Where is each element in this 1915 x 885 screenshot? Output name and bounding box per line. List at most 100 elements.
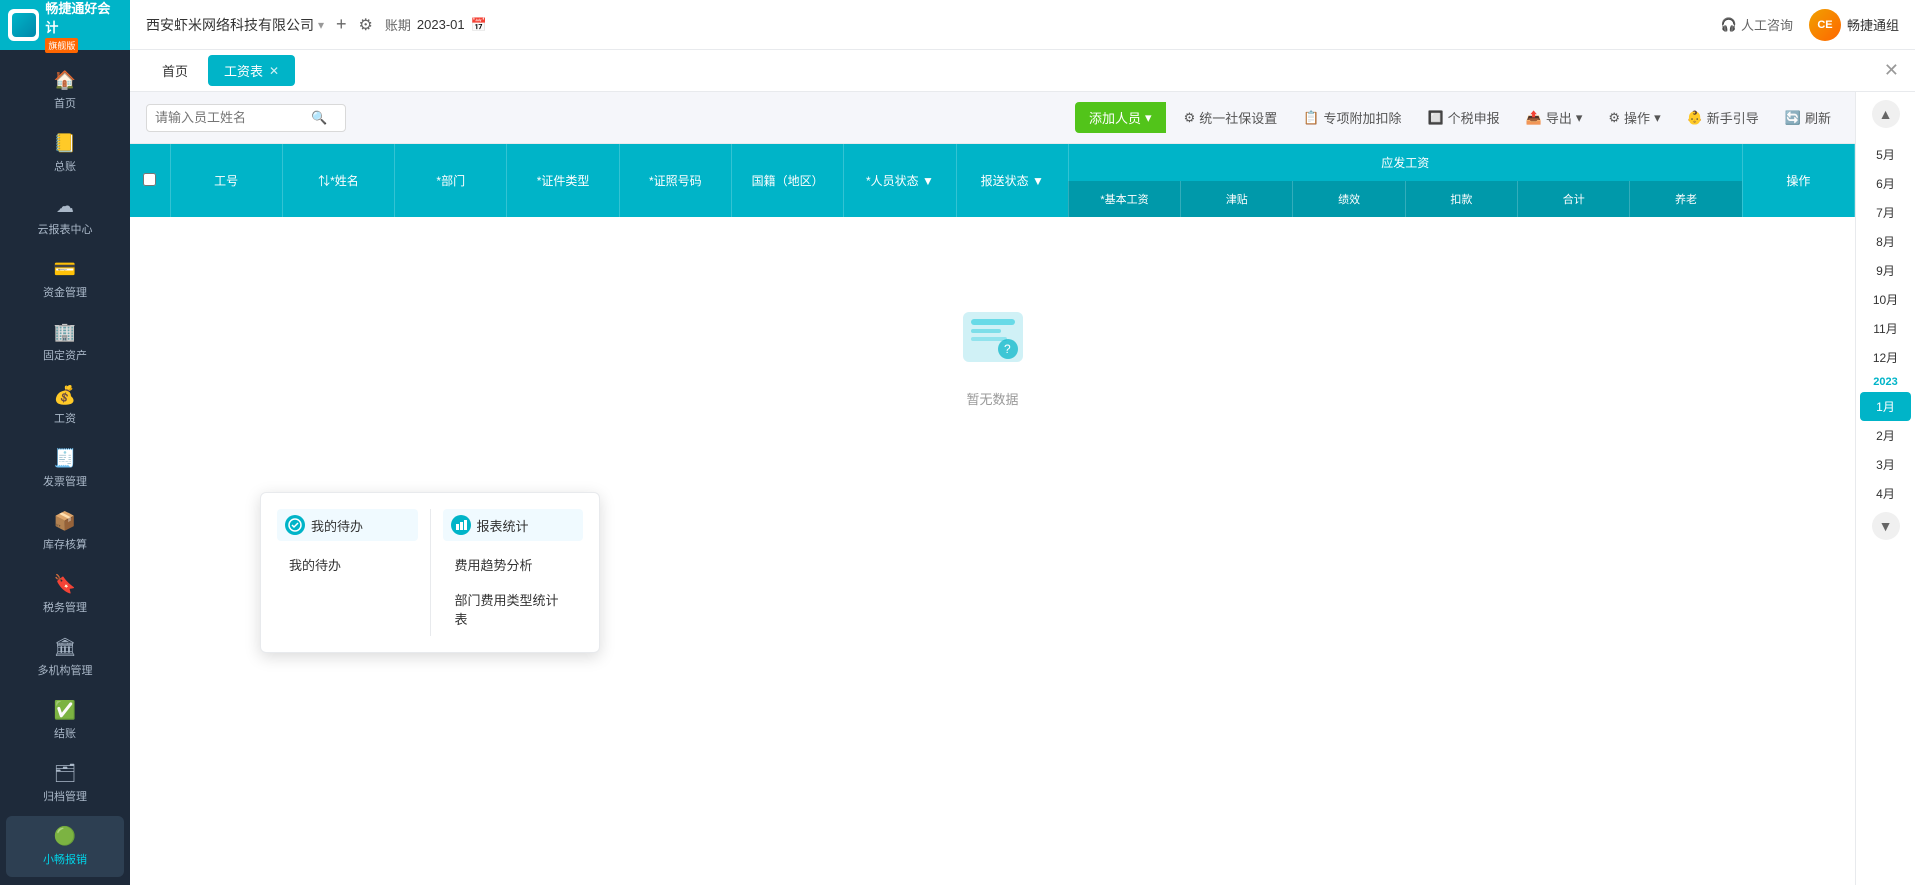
cal-next-year[interactable]: ▼ [1872,512,1900,540]
search-icon[interactable]: 🔍 [311,110,327,126]
sidebar-item-fixed-assets[interactable]: 🏢 固定资产 [6,312,124,373]
th-country: 国籍（地区） [731,144,843,217]
tab-payroll[interactable]: 工资表 ✕ [208,55,295,86]
refresh-icon: 🔄 [1785,110,1801,126]
toolbar: 🔍 添加人员 ▾ ⚙ 统一社保设置 📋 专项附 [130,92,1855,144]
sidebar-item-settings[interactable]: ⚙ 基础设置 [6,879,124,885]
sidebar-label-xiaochang: 小畅报销 [43,851,87,867]
sidebar-item-inventory[interactable]: 📦 库存核算 [6,501,124,562]
sidebar-item-tax[interactable]: 🔖 税务管理 [6,564,124,625]
logo-text-area: 畅捷通好会计 旗舰版 [45,0,122,53]
popup-reports-title: 报表统计 [477,516,529,535]
ops-icon: ⚙ [1608,110,1620,126]
user-info[interactable]: CE 畅捷通组 [1809,9,1899,41]
no-data-state: ? 暂无数据 [130,217,1855,488]
refresh-button[interactable]: 🔄 刷新 [1777,103,1839,132]
service-label: 人工咨询 [1741,15,1793,34]
calendar-icon[interactable]: 📅 [471,17,487,33]
tax-declaration-button[interactable]: 🔲 个税申报 [1419,103,1507,132]
deduction-label: 专项附加扣除 [1323,108,1401,127]
special-deduction-button[interactable]: 📋 专项附加扣除 [1295,103,1409,132]
search-input[interactable] [155,110,305,125]
operations-button[interactable]: ⚙ 操作 ▾ [1600,103,1668,132]
org-icon: 🏛 [54,637,77,658]
export-dropdown-icon: ▾ [1576,110,1583,126]
cal-month-6[interactable]: 6月 [1856,169,1915,198]
cal-prev-year[interactable]: ▲ [1872,100,1900,128]
cal-month-9[interactable]: 9月 [1856,256,1915,285]
invoice-icon: 🧾 [54,448,76,469]
new-guide-button[interactable]: 👶 新手引导 [1679,103,1767,132]
cal-month-12[interactable]: 12月 [1856,343,1915,372]
sidebar-label-payroll: 工资 [54,410,76,426]
sidebar-item-xiao-chang[interactable]: 🟢 小畅报销 [6,816,124,877]
select-all-checkbox[interactable] [143,173,156,186]
sidebar-label-home: 首页 [54,95,76,111]
ledger-icon: 📒 [54,133,76,154]
export-button[interactable]: 📤 导出 ▾ [1518,103,1591,132]
no-data-icon: ? [953,297,1033,377]
tab-home-label: 首页 [162,61,188,80]
service-button[interactable]: 🎧 人工咨询 [1721,15,1793,34]
company-selector[interactable]: 西安虾米网络科技有限公司 ▾ [146,15,324,35]
tax-icon: 🔲 [1427,110,1443,126]
sidebar-item-archive[interactable]: 🗂 归档管理 [6,753,124,814]
sidebar-item-reconcile[interactable]: ✅ 结账 [6,690,124,751]
cal-month-1[interactable]: 1月 [1860,392,1911,421]
cal-month-7[interactable]: 7月 [1856,198,1915,227]
my-todo-label: 我的待办 [289,558,341,573]
tab-payroll-label: 工资表 [224,61,263,80]
sidebar-item-invoice[interactable]: 🧾 发票管理 [6,438,124,499]
sidebar-label-ledger: 总账 [54,158,76,174]
sidebar-item-multi-org[interactable]: 🏛 多机构管理 [6,627,124,688]
popup-item-expense-trend[interactable]: 费用趋势分析 [443,547,584,582]
sidebar: 畅捷通好会计 旗舰版 🏠 首页 📒 总账 ☁ 云报表中心 💳 资金管理 🏢 固定… [0,0,130,885]
xiaochang-icon: 🟢 [54,826,76,847]
sidebar-item-ledger[interactable]: 📒 总账 [6,123,124,184]
avatar-initials: CE [1817,19,1832,31]
th-wages-group: 应发工资 [1068,144,1742,181]
tab-close-icon[interactable]: ✕ [269,64,279,78]
filter-icon-status[interactable]: ▼ [922,174,934,188]
cal-month-10[interactable]: 10月 [1856,285,1915,314]
settings-topbar-button[interactable]: ⚙ [359,15,373,35]
cal-month-2[interactable]: 2月 [1856,421,1915,450]
ops-dropdown-icon: ▾ [1654,110,1661,126]
period-value: 2023-01 [417,17,465,32]
fund-icon: 💳 [54,259,76,280]
filter-icon-report[interactable]: ▼ [1032,174,1044,188]
todo-header-icon [285,515,305,535]
sidebar-item-home[interactable]: 🏠 首页 [6,60,124,121]
cal-month-8[interactable]: 8月 [1856,227,1915,256]
popup-item-my-todo[interactable]: 我的待办 [277,547,418,582]
user-name: 畅捷通组 [1847,15,1899,34]
cal-month-4[interactable]: 4月 [1856,479,1915,508]
tab-close-window[interactable]: ✕ [1884,60,1899,81]
tab-home[interactable]: 首页 [146,55,204,86]
content-wrapper: 🔍 添加人员 ▾ ⚙ 统一社保设置 📋 专项附 [130,92,1915,885]
reports-header-icon [451,515,471,535]
add-person-button[interactable]: 添加人员 ▾ [1075,102,1166,133]
sidebar-item-payroll[interactable]: 💰 工资 [6,375,124,436]
cal-month-11[interactable]: 11月 [1856,314,1915,343]
popup-divider [430,509,431,636]
th-allowance: 津贴 [1181,181,1293,217]
th-report-status: 报送状态 ▼ [956,144,1068,217]
export-label: 导出 [1546,108,1572,127]
cal-month-5[interactable]: 5月 [1856,140,1915,169]
cal-year-label: 2023 [1873,372,1897,392]
popup-item-dept-expense[interactable]: 部门费用类型统计表 [443,582,584,636]
user-avatar: CE [1809,9,1841,41]
social-security-button[interactable]: ⚙ 统一社保设置 [1176,103,1286,132]
sidebar-item-fund[interactable]: 💳 资金管理 [6,249,124,310]
inventory-icon: 📦 [54,511,76,532]
popup-columns: 我的待办 我的待办 [277,509,583,636]
window-close-icon[interactable]: ✕ [1884,60,1899,80]
cal-month-3[interactable]: 3月 [1856,450,1915,479]
sidebar-item-cloud-reports[interactable]: ☁ 云报表中心 [6,186,124,247]
th-dept: *部门 [395,144,507,217]
add-company-button[interactable]: + [336,14,347,35]
period-label: 账期 [385,15,411,34]
th-id-number: *证照号码 [619,144,731,217]
th-total: 合计 [1518,181,1630,217]
